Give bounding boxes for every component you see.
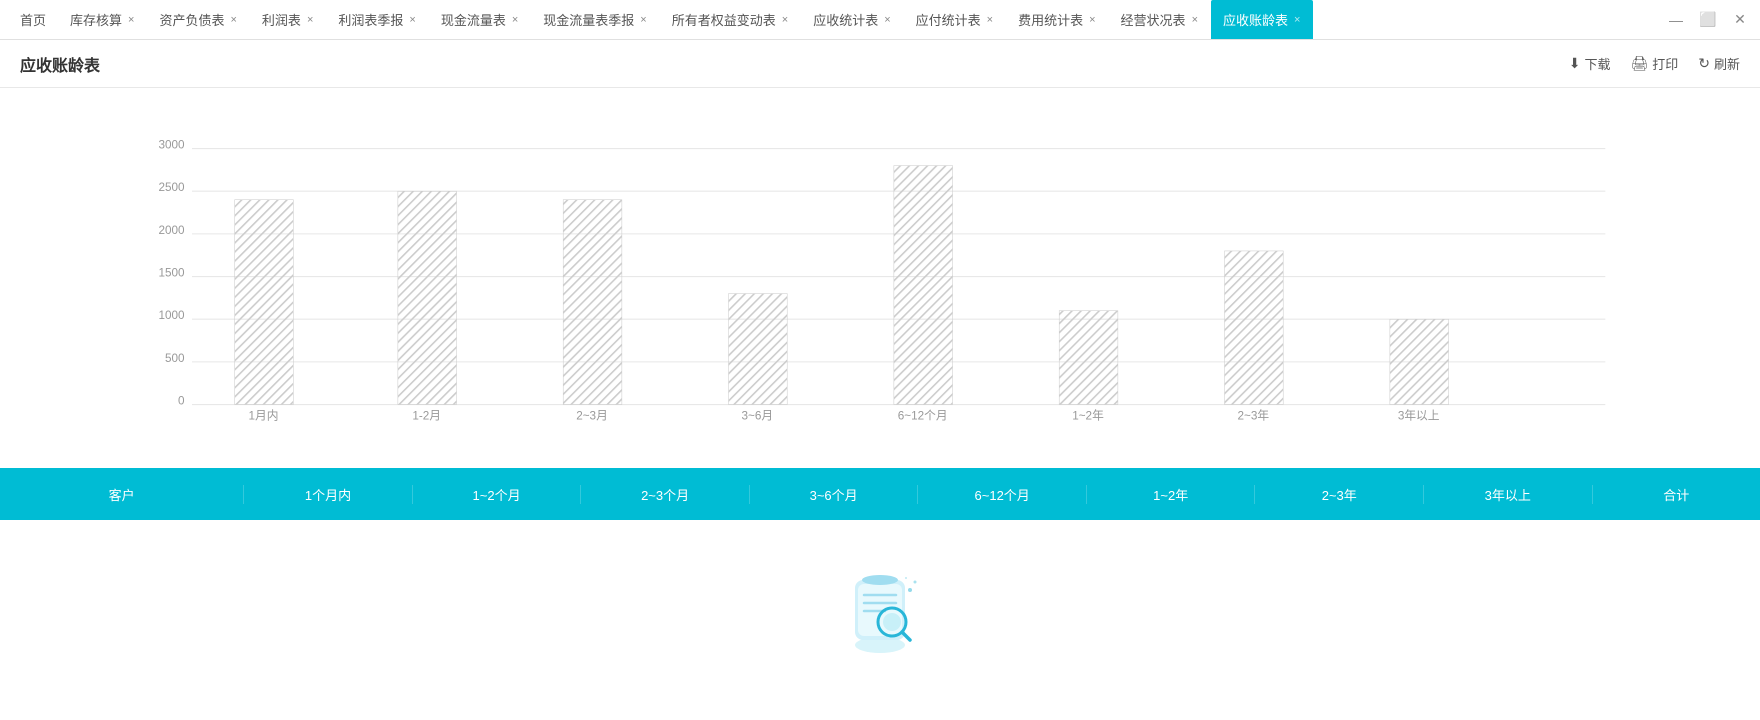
svg-text:1月内: 1月内 (248, 408, 278, 422)
download-icon: ⬇ (1569, 55, 1581, 72)
svg-text:3000: 3000 (158, 139, 185, 152)
th-6-12month: 6~12个月 (918, 485, 1087, 504)
table-header: 客户 1个月内 1~2个月 2~3个月 3~6个月 6~12个月 1~2年 2~… (0, 468, 1760, 520)
tab-expense-stat[interactable]: 费用统计表 × (1006, 0, 1108, 40)
svg-text:1500: 1500 (158, 267, 185, 280)
download-button[interactable]: ⬇ 下载 (1569, 54, 1611, 73)
tab-close-expense-stat[interactable]: × (1089, 14, 1095, 26)
svg-text:2~3年: 2~3年 (1238, 408, 1270, 422)
empty-state (0, 520, 1760, 680)
th-1month: 1个月内 (244, 485, 413, 504)
main-content: 0 500 1000 1500 2000 2500 3000 1月内 1-2月 (0, 88, 1760, 720)
bar-chart: 0 500 1000 1500 2000 2500 3000 1月内 1-2月 (40, 108, 1720, 428)
bar-1-2月 (398, 191, 457, 404)
th-2-3year: 2~3年 (1255, 485, 1424, 504)
svg-text:1~2年: 1~2年 (1072, 408, 1104, 422)
print-button[interactable]: 🖨 打印 (1630, 54, 1678, 73)
tab-close-cashflow-quarterly[interactable]: × (640, 14, 646, 26)
tab-close-profit-quarterly[interactable]: × (409, 14, 415, 26)
svg-text:1000: 1000 (158, 309, 185, 322)
minimize-button[interactable]: — (1664, 8, 1688, 32)
svg-text:3~6月: 3~6月 (742, 409, 774, 422)
tab-operations[interactable]: 经营状况表 × (1109, 0, 1211, 40)
svg-text:2000: 2000 (158, 224, 185, 237)
tab-inventory[interactable]: 库存核算 × (58, 0, 147, 40)
tab-close-payable-stat[interactable]: × (987, 14, 993, 26)
bar-1-2年 (1059, 311, 1118, 405)
th-3-6month: 3~6个月 (750, 485, 919, 504)
tab-profit[interactable]: 利润表 × (250, 0, 326, 40)
bar-6-12月 (894, 166, 953, 405)
tab-close-operations[interactable]: × (1192, 14, 1198, 26)
th-1-2year: 1~2年 (1087, 485, 1256, 504)
tab-close-cashflow[interactable]: × (512, 14, 518, 26)
bar-3年以上 (1390, 319, 1449, 404)
chart-area: 0 500 1000 1500 2000 2500 3000 1月内 1-2月 (0, 88, 1760, 468)
tab-aging[interactable]: 应收账龄表 × (1211, 0, 1313, 40)
window-controls: — ⬜ ✕ (1664, 8, 1752, 32)
tab-close-aging[interactable]: × (1294, 14, 1300, 26)
svg-text:3年以上: 3年以上 (1398, 408, 1440, 422)
tab-cashflow-quarterly[interactable]: 现金流量表季报 × (531, 0, 659, 40)
svg-text:1-2月: 1-2月 (412, 409, 441, 422)
tab-home[interactable]: 首页 (8, 10, 58, 29)
maximize-button[interactable]: ⬜ (1696, 8, 1720, 32)
tab-close-receivable-stat[interactable]: × (884, 14, 890, 26)
print-icon: 🖨 (1630, 55, 1648, 72)
bar-1月内 (235, 200, 294, 405)
tab-receivable-stat[interactable]: 应收统计表 × (801, 0, 903, 40)
tab-close-inventory[interactable]: × (128, 14, 134, 26)
tab-profit-quarterly[interactable]: 利润表季报 × (326, 0, 428, 40)
tab-balance[interactable]: 资产负债表 × (147, 0, 249, 40)
th-total: 合计 (1593, 485, 1760, 504)
svg-text:2~3月: 2~3月 (576, 409, 608, 422)
svg-text:500: 500 (165, 352, 185, 365)
svg-text:6~12个月: 6~12个月 (898, 409, 948, 422)
tab-equity[interactable]: 所有者权益变动表 × (660, 0, 801, 40)
th-1-2month: 1~2个月 (413, 485, 582, 504)
close-button[interactable]: ✕ (1728, 8, 1752, 32)
tab-close-profit[interactable]: × (307, 14, 313, 26)
tab-payable-stat[interactable]: 应付统计表 × (904, 0, 1006, 40)
svg-text:0: 0 (178, 395, 185, 408)
th-3year-plus: 3年以上 (1424, 485, 1593, 504)
header-actions: ⬇ 下载 🖨 打印 ↻ 刷新 (1569, 54, 1740, 73)
empty-icon (830, 560, 930, 660)
refresh-button[interactable]: ↻ 刷新 (1698, 54, 1740, 73)
th-customer: 客户 (0, 485, 244, 504)
svg-text:2500: 2500 (158, 181, 185, 194)
tab-close-balance[interactable]: × (230, 14, 236, 26)
tab-close-equity[interactable]: × (782, 14, 788, 26)
tab-bar: 首页 库存核算 × 资产负债表 × 利润表 × 利润表季报 × 现金流量表 × … (0, 0, 1760, 40)
page-title: 应收账龄表 (20, 52, 100, 76)
bar-2-3年 (1225, 251, 1284, 405)
th-2-3month: 2~3个月 (581, 485, 750, 504)
bar-2-3月 (563, 200, 622, 405)
page-header: 应收账龄表 ⬇ 下载 🖨 打印 ↻ 刷新 (0, 40, 1760, 88)
tab-cashflow[interactable]: 现金流量表 × (429, 0, 531, 40)
refresh-icon: ↻ (1698, 55, 1710, 72)
bar-3-6月 (729, 294, 788, 405)
